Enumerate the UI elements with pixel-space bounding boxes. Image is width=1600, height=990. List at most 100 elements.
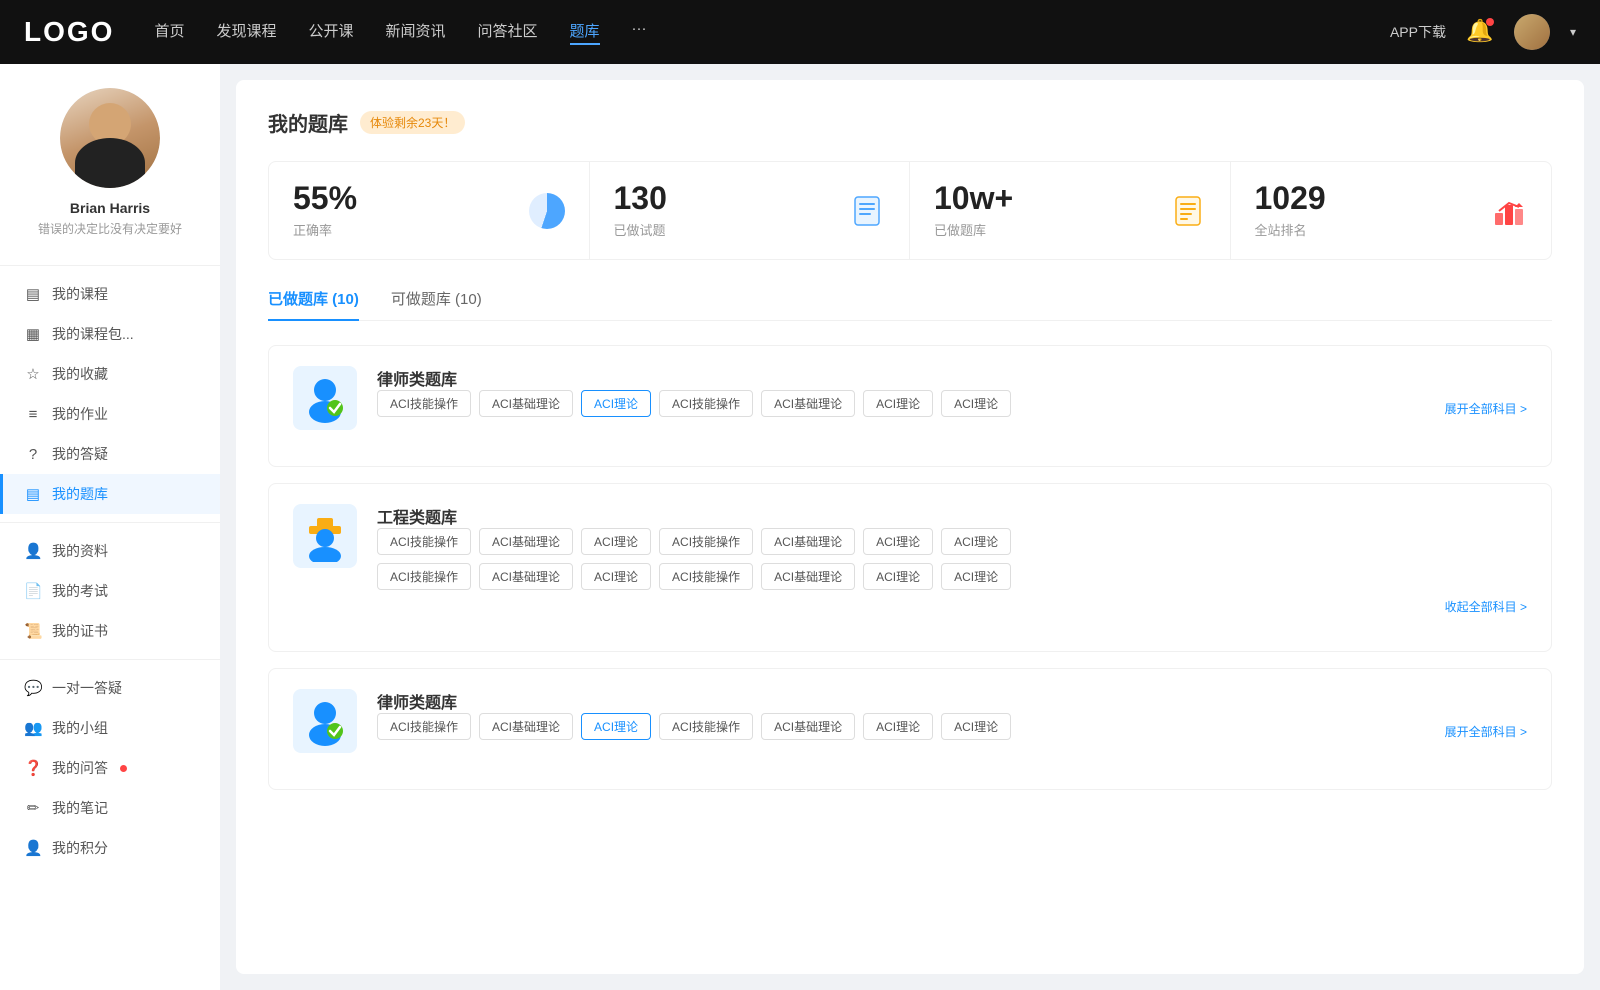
sidebar-item-notes[interactable]: ✏ 我的笔记 bbox=[0, 788, 220, 828]
sidebar-user-bio: 错误的决定比没有决定要好 bbox=[38, 220, 182, 237]
qbank-lawyer-avatar bbox=[293, 366, 357, 430]
qbank-engineer-tags-row2: ACI技能操作 ACI基础理论 ACI理论 ACI技能操作 ACI基础理论 AC… bbox=[377, 563, 1527, 590]
qbank-icon: ▤ bbox=[24, 485, 42, 503]
eng-tag-r2-2[interactable]: ACI理论 bbox=[581, 563, 651, 590]
sidebar-item-points[interactable]: 👤 我的积分 bbox=[0, 828, 220, 868]
eng-tag-r2-4[interactable]: ACI基础理论 bbox=[761, 563, 855, 590]
eng-tag-r2-3[interactable]: ACI技能操作 bbox=[659, 563, 753, 590]
tab-available-banks[interactable]: 可做题库 (10) bbox=[391, 288, 482, 321]
nav-discover[interactable]: 发现课程 bbox=[216, 20, 276, 45]
tag-0[interactable]: ACI技能操作 bbox=[377, 390, 471, 417]
tag-1[interactable]: ACI基础理论 bbox=[479, 390, 573, 417]
course-package-icon: ▦ bbox=[24, 325, 42, 343]
engineer-avatar-icon bbox=[299, 510, 351, 562]
qbank-lawyer-2-tags: ACI技能操作 ACI基础理论 ACI理论 ACI技能操作 ACI基础理论 AC… bbox=[377, 713, 1011, 740]
qbank-lawyer-header: 律师类题库 ACI技能操作 ACI基础理论 ACI理论 ACI技能操作 ACI基… bbox=[293, 366, 1527, 430]
l2-tag-1[interactable]: ACI基础理论 bbox=[479, 713, 573, 740]
collapse-engineer-link[interactable]: 收起全部科目 > bbox=[377, 598, 1527, 615]
rank-icon bbox=[1491, 193, 1527, 229]
questions-icon bbox=[849, 193, 885, 229]
qbank-card-lawyer-2: 律师类题库 ACI技能操作 ACI基础理论 ACI理论 ACI技能操作 ACI基… bbox=[268, 668, 1552, 790]
tab-done-banks[interactable]: 已做题库 (10) bbox=[268, 288, 359, 321]
nav-qa[interactable]: 问答社区 bbox=[478, 20, 538, 45]
sidebar-item-profile[interactable]: 👤 我的资料 bbox=[0, 531, 220, 571]
chevron-down-icon[interactable]: ▾ bbox=[1570, 25, 1576, 39]
eng-tag-1[interactable]: ACI基础理论 bbox=[479, 528, 573, 555]
points-icon: 👤 bbox=[24, 839, 42, 857]
eng-tag-6[interactable]: ACI理论 bbox=[941, 528, 1011, 555]
stat-banks-value: 10w+ bbox=[934, 182, 1013, 214]
logo[interactable]: LOGO bbox=[24, 16, 114, 48]
l2-tag-3[interactable]: ACI技能操作 bbox=[659, 713, 753, 740]
nav-menu: 首页 发现课程 公开课 新闻资讯 问答社区 题库 ··· bbox=[154, 20, 1390, 45]
tag-3[interactable]: ACI技能操作 bbox=[659, 390, 753, 417]
course-icon: ▤ bbox=[24, 285, 42, 303]
stat-questions-left: 130 已做试题 bbox=[614, 182, 667, 239]
sidebar-item-course-package[interactable]: ▦ 我的课程包... bbox=[0, 314, 220, 354]
eng-tag-r2-1[interactable]: ACI基础理论 bbox=[479, 563, 573, 590]
eng-tag-2[interactable]: ACI理论 bbox=[581, 528, 651, 555]
nav-qbank[interactable]: 题库 bbox=[570, 20, 600, 45]
qbank-lawyer-2-header: 律师类题库 ACI技能操作 ACI基础理论 ACI理论 ACI技能操作 ACI基… bbox=[293, 689, 1527, 753]
sidebar-item-qbank[interactable]: ▤ 我的题库 bbox=[0, 474, 220, 514]
stat-accuracy-value: 55% bbox=[293, 182, 357, 214]
sidebar-item-certificate[interactable]: 📜 我的证书 bbox=[0, 611, 220, 651]
nav-opencourse[interactable]: 公开课 bbox=[308, 20, 353, 45]
eng-tag-0[interactable]: ACI技能操作 bbox=[377, 528, 471, 555]
stat-banks-left: 10w+ 已做题库 bbox=[934, 182, 1013, 239]
top-navigation: LOGO 首页 发现课程 公开课 新闻资讯 问答社区 题库 ··· APP下载 … bbox=[0, 0, 1600, 64]
sidebar-item-my-qa[interactable]: ❓ 我的问答 bbox=[0, 748, 220, 788]
eng-tag-r2-6[interactable]: ACI理论 bbox=[941, 563, 1011, 590]
l2-tag-2-active[interactable]: ACI理论 bbox=[581, 713, 651, 740]
tabs-row: 已做题库 (10) 可做题库 (10) bbox=[268, 288, 1552, 321]
nav-right: APP下载 🔔 ▾ bbox=[1390, 14, 1576, 50]
profile-icon: 👤 bbox=[24, 542, 42, 560]
banks-icon bbox=[1170, 193, 1206, 229]
qbank-lawyer-2-avatar bbox=[293, 689, 357, 753]
qbank-engineer-content: 工程类题库 ACI技能操作 ACI基础理论 ACI理论 ACI技能操作 ACI基… bbox=[377, 504, 1527, 615]
stat-rank-label: 全站排名 bbox=[1255, 220, 1326, 239]
nav-more[interactable]: ··· bbox=[632, 20, 647, 45]
eng-tag-4[interactable]: ACI基础理论 bbox=[761, 528, 855, 555]
qbank-engineer-header: 工程类题库 ACI技能操作 ACI基础理论 ACI理论 ACI技能操作 ACI基… bbox=[293, 504, 1527, 615]
sidebar-item-homework[interactable]: ≡ 我的作业 bbox=[0, 394, 220, 434]
eng-tag-r2-0[interactable]: ACI技能操作 bbox=[377, 563, 471, 590]
sidebar-item-exam[interactable]: 📄 我的考试 bbox=[0, 571, 220, 611]
sidebar-item-my-course[interactable]: ▤ 我的课程 bbox=[0, 274, 220, 314]
user-avatar[interactable] bbox=[1514, 14, 1550, 50]
eng-tag-5[interactable]: ACI理论 bbox=[863, 528, 933, 555]
nav-home[interactable]: 首页 bbox=[154, 20, 184, 45]
user-profile: Brian Harris 错误的决定比没有决定要好 bbox=[0, 88, 220, 257]
nav-news[interactable]: 新闻资讯 bbox=[386, 20, 446, 45]
lawyer2-avatar-icon bbox=[299, 695, 351, 747]
stat-accuracy: 55% 正确率 bbox=[269, 162, 590, 259]
l2-tag-5[interactable]: ACI理论 bbox=[863, 713, 933, 740]
eng-tag-r2-5[interactable]: ACI理论 bbox=[863, 563, 933, 590]
sidebar-divider-top bbox=[0, 265, 220, 266]
qbank-lawyer-tags: ACI技能操作 ACI基础理论 ACI理论 ACI技能操作 ACI基础理论 AC… bbox=[377, 390, 1011, 417]
eng-tag-3[interactable]: ACI技能操作 bbox=[659, 528, 753, 555]
stat-accuracy-left: 55% 正确率 bbox=[293, 182, 357, 239]
tag-2-active[interactable]: ACI理论 bbox=[581, 390, 651, 417]
sidebar-item-one-on-one[interactable]: 💬 一对一答疑 bbox=[0, 668, 220, 708]
sidebar-divider-2 bbox=[0, 659, 220, 660]
app-download-link[interactable]: APP下载 bbox=[1390, 22, 1446, 42]
l2-tag-4[interactable]: ACI基础理论 bbox=[761, 713, 855, 740]
expand-lawyer-2-link[interactable]: 展开全部科目 > bbox=[1445, 723, 1527, 740]
l2-tag-6[interactable]: ACI理论 bbox=[941, 713, 1011, 740]
sidebar-user-name: Brian Harris bbox=[70, 200, 150, 216]
page-title-row: 我的题库 体验剩余23天！ bbox=[268, 108, 1552, 137]
tag-5[interactable]: ACI理论 bbox=[863, 390, 933, 417]
qbank-lawyer-title: 律师类题库 bbox=[377, 366, 1527, 390]
tag-4[interactable]: ACI基础理论 bbox=[761, 390, 855, 417]
sidebar-item-favorites[interactable]: ☆ 我的收藏 bbox=[0, 354, 220, 394]
sidebar-item-qa[interactable]: ? 我的答疑 bbox=[0, 434, 220, 474]
tag-6[interactable]: ACI理论 bbox=[941, 390, 1011, 417]
notification-dot bbox=[1486, 18, 1494, 26]
lawyer-avatar-icon bbox=[299, 372, 351, 424]
sidebar-item-group[interactable]: 👥 我的小组 bbox=[0, 708, 220, 748]
expand-lawyer-1-link[interactable]: 展开全部科目 > bbox=[1445, 400, 1527, 417]
notification-bell-button[interactable]: 🔔 bbox=[1466, 18, 1494, 46]
qbank-lawyer-content: 律师类题库 ACI技能操作 ACI基础理论 ACI理论 ACI技能操作 ACI基… bbox=[377, 366, 1527, 417]
l2-tag-0[interactable]: ACI技能操作 bbox=[377, 713, 471, 740]
